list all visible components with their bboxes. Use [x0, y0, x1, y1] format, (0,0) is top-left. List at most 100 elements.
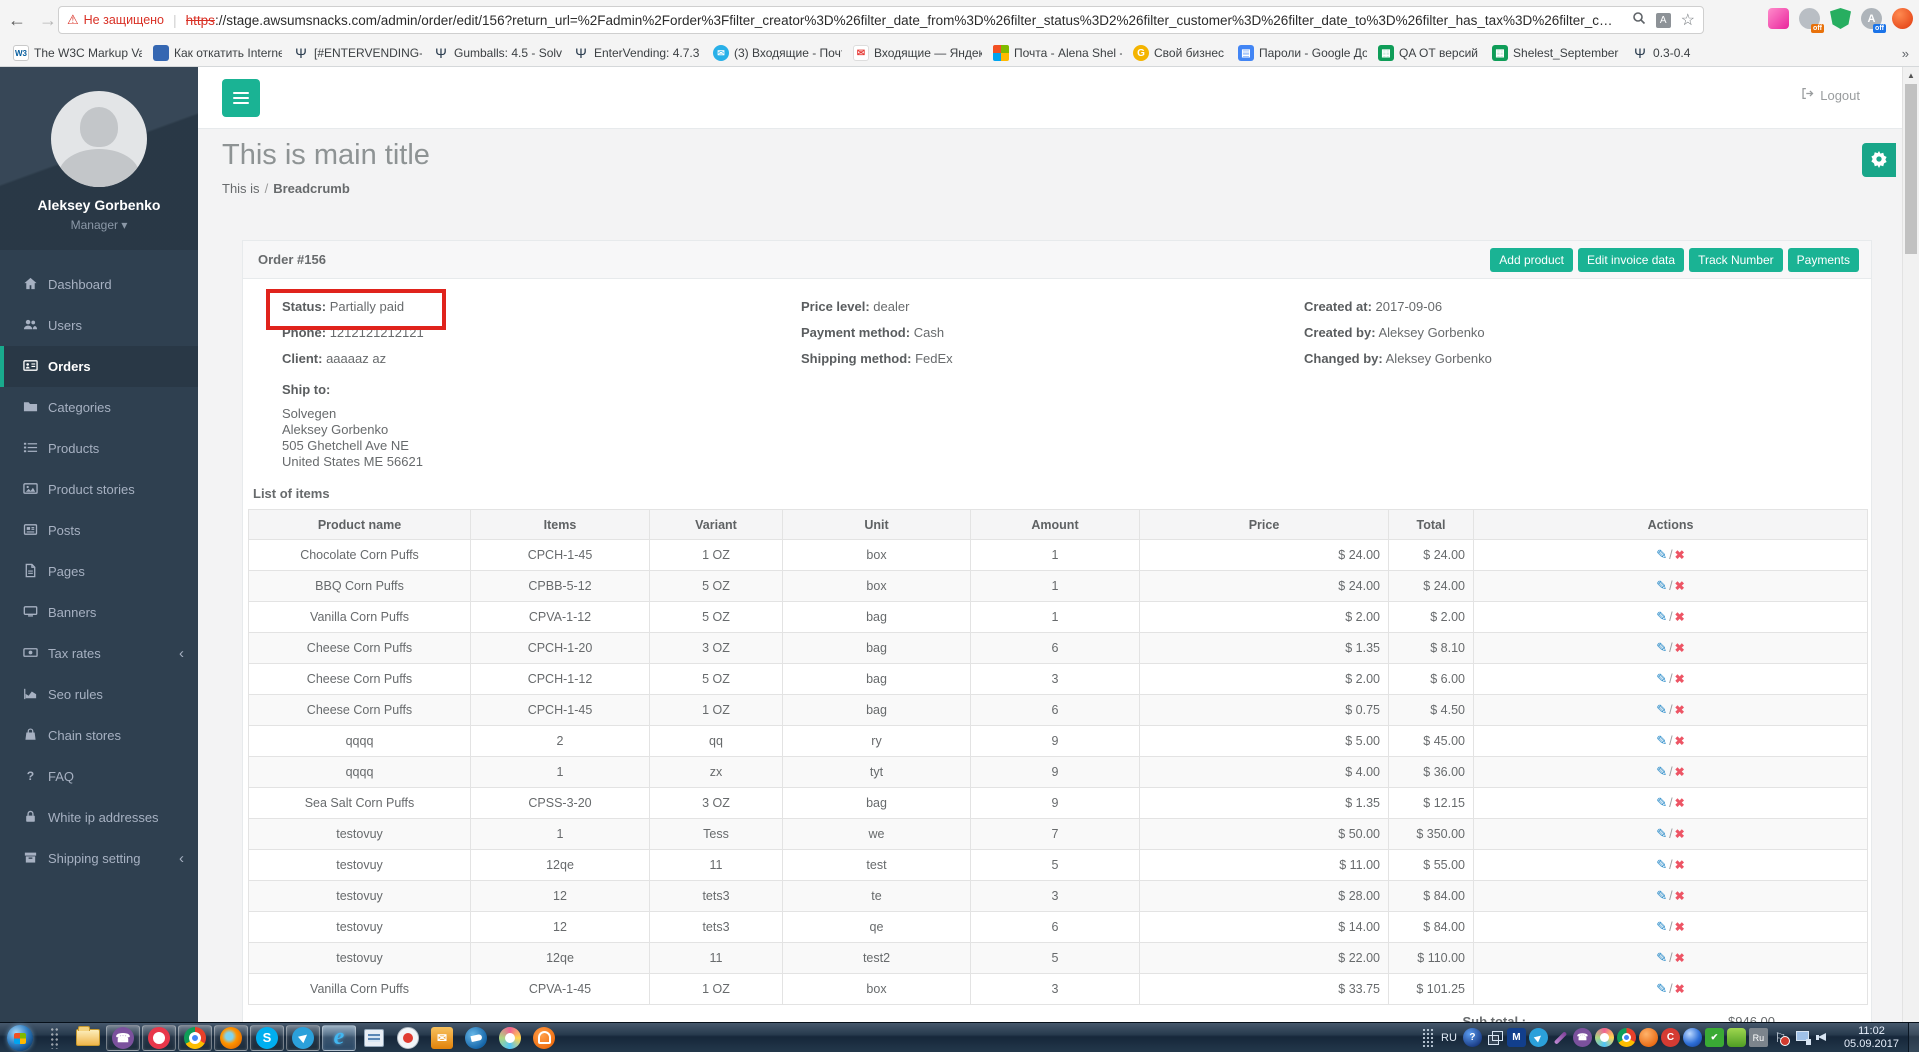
taskbar-app[interactable]: [493, 1023, 527, 1052]
delete-row-icon[interactable]: ✖: [1675, 703, 1685, 717]
green-msg-icon[interactable]: [1726, 1028, 1746, 1047]
sidebar-item[interactable]: Tax rates ‹: [0, 633, 198, 674]
green-check-icon[interactable]: ✔: [1704, 1028, 1724, 1047]
network-icon[interactable]: [1793, 1028, 1812, 1047]
taskbar-app[interactable]: ☎: [106, 1024, 140, 1051]
sidebar-item[interactable]: ? FAQ ‹: [0, 756, 198, 797]
taskbar-app[interactable]: [459, 1023, 493, 1052]
bookmark-item[interactable]: Ψ EnterVending: 4.7.3 -: [570, 43, 702, 63]
restore-win-icon[interactable]: [1485, 1028, 1504, 1047]
delete-row-icon[interactable]: ✖: [1675, 579, 1685, 593]
chrome-tray-icon[interactable]: [1616, 1028, 1636, 1047]
edit-row-icon[interactable]: ✎: [1656, 950, 1667, 965]
delete-row-icon[interactable]: ✖: [1675, 858, 1685, 872]
taskbar-clock[interactable]: 11:02 05.09.2017: [1834, 1025, 1908, 1051]
back-button[interactable]: ←: [8, 10, 26, 31]
edit-row-icon[interactable]: ✎: [1656, 826, 1667, 841]
lang-icon[interactable]: RU: [1438, 1028, 1460, 1047]
delete-row-icon[interactable]: ✖: [1675, 889, 1685, 903]
help-blue-icon[interactable]: ?: [1462, 1028, 1482, 1047]
edit-row-icon[interactable]: ✎: [1656, 981, 1667, 996]
edit-row-icon[interactable]: ✎: [1656, 578, 1667, 593]
pen-purple-icon[interactable]: [1551, 1028, 1570, 1047]
edit-row-icon[interactable]: ✎: [1656, 702, 1667, 717]
delete-row-icon[interactable]: ✖: [1675, 548, 1685, 562]
taskbar-app[interactable]: [71, 1023, 105, 1052]
telegram-tray-icon[interactable]: ▶: [1528, 1028, 1548, 1047]
taskbar-app[interactable]: [357, 1023, 391, 1052]
taskbar-app[interactable]: e: [322, 1024, 356, 1051]
taskbar-app[interactable]: ▶: [286, 1024, 320, 1051]
bookmark-item[interactable]: ▦ Shelest_September: [1489, 43, 1621, 63]
order-action-button[interactable]: Track Number: [1689, 247, 1783, 272]
edit-row-icon[interactable]: ✎: [1656, 888, 1667, 903]
bookmark-item[interactable]: G Свой бизнес: [1130, 43, 1227, 63]
show-desktop-button[interactable]: [1908, 1022, 1919, 1052]
bookmark-item[interactable]: W3 The W3C Markup Val: [10, 43, 142, 63]
bookmark-item[interactable]: ▤ Пароли - Google До: [1235, 43, 1367, 63]
edit-row-icon[interactable]: ✎: [1656, 764, 1667, 779]
delete-row-icon[interactable]: ✖: [1675, 672, 1685, 686]
taskbar-app[interactable]: [391, 1023, 425, 1052]
scrollbar-thumb[interactable]: [1905, 84, 1917, 254]
malwarebytes-icon[interactable]: M: [1506, 1028, 1526, 1047]
sidebar-item[interactable]: Orders ‹: [0, 346, 198, 387]
order-action-button[interactable]: Payments: [1787, 247, 1859, 272]
security-status[interactable]: Не защищено: [84, 13, 164, 27]
edit-row-icon[interactable]: ✎: [1656, 733, 1667, 748]
sidebar-item[interactable]: Posts ‹: [0, 510, 198, 551]
bookmark-item[interactable]: ▦ QA ОТ версий: [1375, 43, 1481, 63]
edit-row-icon[interactable]: ✎: [1656, 640, 1667, 655]
delete-row-icon[interactable]: ✖: [1675, 610, 1685, 624]
shield-ext-icon[interactable]: [1830, 8, 1851, 29]
delete-row-icon[interactable]: ✖: [1675, 951, 1685, 965]
avatar[interactable]: [51, 91, 147, 187]
sidebar-item[interactable]: Dashboard ‹: [0, 264, 198, 305]
a-ext-icon[interactable]: Aoff: [1861, 8, 1886, 33]
taskbar-app[interactable]: [142, 1024, 176, 1051]
sidebar-item[interactable]: Categories ‹: [0, 387, 198, 428]
flag-err-icon[interactable]: ⚐: [1771, 1028, 1790, 1047]
delete-row-icon[interactable]: ✖: [1675, 641, 1685, 655]
paw-ext-icon[interactable]: off: [1799, 8, 1824, 33]
hidden-icons-icon[interactable]: [1422, 1028, 1436, 1047]
taskbar-app[interactable]: [527, 1023, 561, 1052]
fox-orange-icon[interactable]: [1638, 1028, 1658, 1047]
edit-row-icon[interactable]: ✎: [1656, 671, 1667, 686]
edit-row-icon[interactable]: ✎: [1656, 609, 1667, 624]
search-icon[interactable]: [1632, 11, 1646, 30]
taskbar-app[interactable]: S: [250, 1024, 284, 1051]
sidebar-item[interactable]: Products ‹: [0, 428, 198, 469]
theme-settings-button[interactable]: [1862, 143, 1896, 177]
sidebar-item[interactable]: Pages ‹: [0, 551, 198, 592]
translate-icon[interactable]: A: [1655, 12, 1671, 28]
red-ext-icon[interactable]: [1892, 8, 1913, 29]
palette-tray-icon[interactable]: [1594, 1028, 1614, 1047]
edit-row-icon[interactable]: ✎: [1656, 547, 1667, 562]
edit-row-icon[interactable]: ✎: [1656, 857, 1667, 872]
sidebar-item[interactable]: Product stories ‹: [0, 469, 198, 510]
ru-box-icon[interactable]: Ru: [1748, 1028, 1768, 1047]
bookmark-item[interactable]: ✉ (3) Входящие - Почт: [710, 43, 842, 63]
delete-row-icon[interactable]: ✖: [1675, 765, 1685, 779]
bookmark-item[interactable]: Как откатить Interne: [150, 43, 282, 63]
taskbar-app[interactable]: [3, 1023, 37, 1052]
url-text[interactable]: https://stage.awsumsnacks.com/admin/orde…: [186, 13, 1624, 28]
scrollbar-up-arrow[interactable]: ▲: [1903, 67, 1919, 83]
address-bar[interactable]: ⚠ Не защищено | https://stage.awsumsnack…: [58, 6, 1704, 34]
delete-row-icon[interactable]: ✖: [1675, 982, 1685, 996]
bookmark-item[interactable]: Почта - Alena Shel -: [990, 43, 1122, 63]
order-action-button[interactable]: Add product: [1490, 247, 1573, 272]
ccleaner-icon[interactable]: C: [1660, 1028, 1680, 1047]
sidebar-item[interactable]: Chain stores ‹: [0, 715, 198, 756]
pink-ext-icon[interactable]: [1768, 8, 1789, 29]
sidebar-item[interactable]: Seo rules ‹: [0, 674, 198, 715]
order-action-button[interactable]: Edit invoice data: [1578, 247, 1685, 272]
bookmark-item[interactable]: Ψ 0.3-0.4: [1629, 43, 1693, 63]
delete-row-icon[interactable]: ✖: [1675, 920, 1685, 934]
volume-icon[interactable]: [1815, 1028, 1834, 1047]
user-role-dropdown[interactable]: Manager ▾: [0, 218, 198, 232]
breadcrumb-root[interactable]: This is: [222, 181, 260, 196]
edit-row-icon[interactable]: ✎: [1656, 919, 1667, 934]
taskbar-app[interactable]: [178, 1024, 212, 1051]
